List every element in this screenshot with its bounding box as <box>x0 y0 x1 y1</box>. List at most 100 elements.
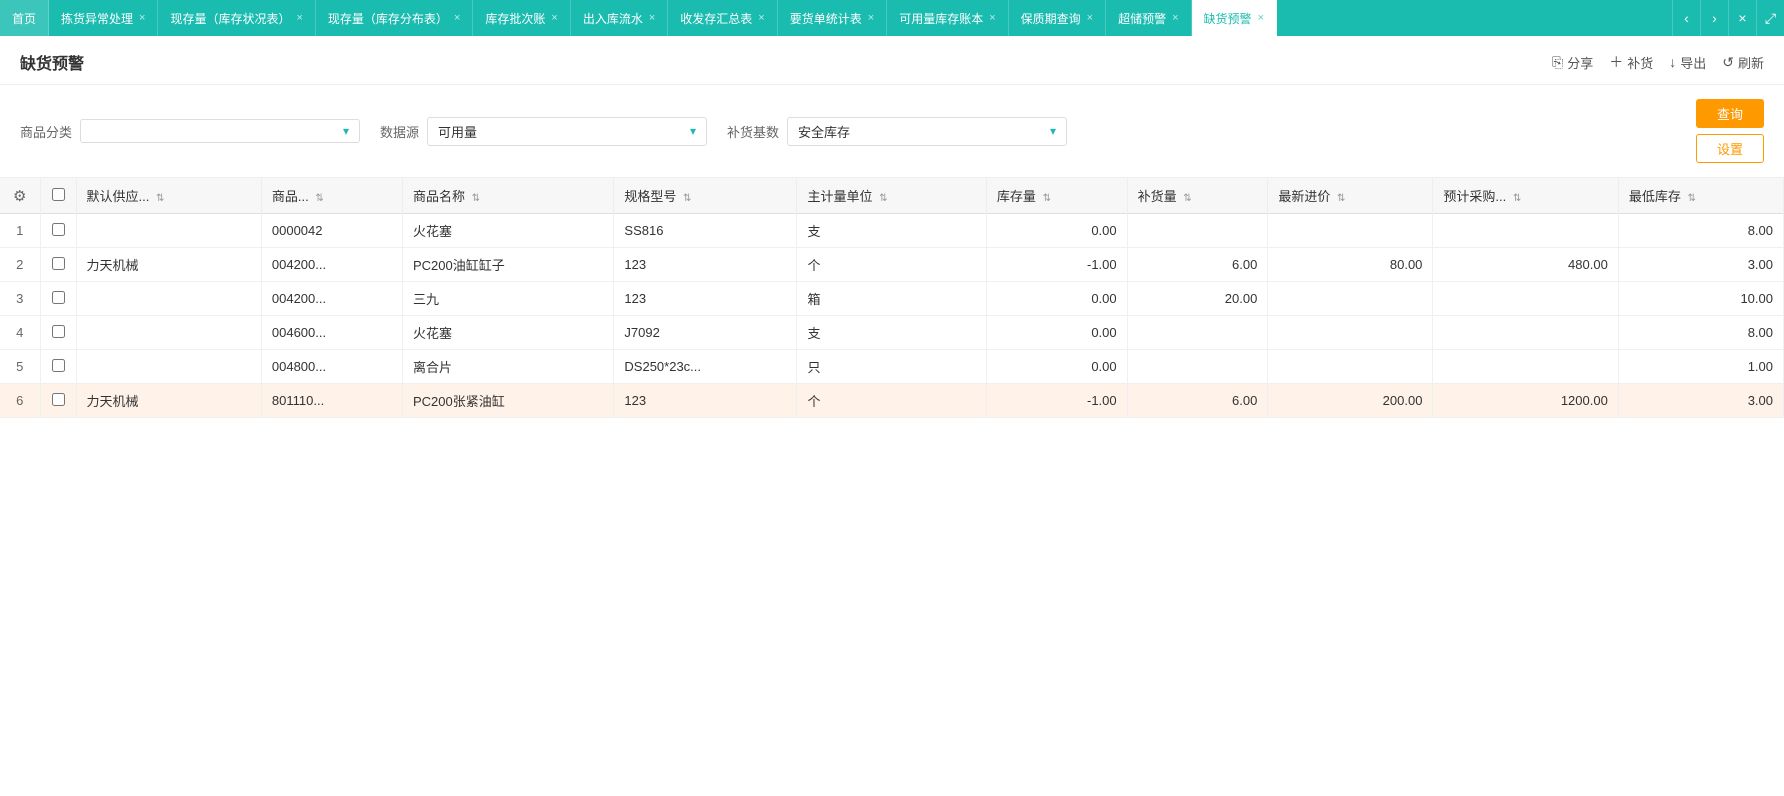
cell-est-purchase-2: 480.00 <box>1433 248 1618 282</box>
tab-collect-total[interactable]: 收发存汇总表× <box>668 0 777 36</box>
tab-overstock[interactable]: 超储预警× <box>1106 0 1191 36</box>
replenish-action[interactable]: ＋ 补货 <box>1609 52 1653 72</box>
cell-supplier-6: 力天机械 <box>76 384 261 418</box>
cell-product-code-3: 004200... <box>261 282 402 316</box>
unit-sort-icon[interactable]: ⇅ <box>879 193 887 204</box>
tab-close-inout-flow[interactable]: × <box>649 12 655 24</box>
supplier-sort-icon[interactable]: ⇅ <box>156 193 164 204</box>
cell-replenish-4 <box>1127 316 1268 350</box>
table-row: 6 力天机械 801110... PC200张紧油缸 123 个 -1.00 6… <box>0 384 1784 418</box>
row-checkbox-4[interactable] <box>52 325 65 338</box>
cell-product-name-2: PC200油缸缸子 <box>402 248 613 282</box>
table-container: ⚙ 默认供应... ⇅ 商品... ⇅ 商品名称 ⇅ <box>0 178 1784 418</box>
cell-latest-price-1 <box>1268 214 1433 248</box>
cell-spec-5: DS250*23c... <box>614 350 797 384</box>
datasource-dropdown-icon: ▾ <box>690 124 696 138</box>
row-num-2: 2 <box>0 248 40 282</box>
cell-unit-4: 支 <box>797 316 986 350</box>
select-all-checkbox[interactable] <box>52 188 65 201</box>
filter-bar: 商品分类 ▾ 数据源 可用量 ▾ 补货基数 安全库存 ▾ 查询 设置 <box>0 85 1784 178</box>
tab-close-all-button[interactable]: × <box>1728 0 1756 36</box>
tab-close-collect-total[interactable]: × <box>758 12 764 24</box>
tab-inout-flow[interactable]: 出入库流水× <box>571 0 668 36</box>
share-action[interactable]: ⎘ 分享 <box>1552 53 1593 72</box>
tab-shortage[interactable]: 缺货预警× <box>1192 0 1277 36</box>
query-button[interactable]: 查询 <box>1696 99 1764 128</box>
cell-supplier-4 <box>76 316 261 350</box>
th-replenish-label: 补货量 <box>1138 189 1177 204</box>
min-stock-sort-icon[interactable]: ⇅ <box>1687 193 1695 204</box>
replenish-base-value: 安全库存 <box>798 122 850 141</box>
product-name-sort-icon[interactable]: ⇅ <box>472 193 480 204</box>
est-purchase-sort-icon[interactable]: ⇅ <box>1513 193 1521 204</box>
row-num-6: 6 <box>0 384 40 418</box>
row-checkbox-2[interactable] <box>52 257 65 270</box>
header-actions: ⎘ 分享 ＋ 补货 ↓ 导出 ↺ 刷新 <box>1552 52 1764 72</box>
th-supplier: 默认供应... ⇅ <box>76 178 261 214</box>
tab-available-ledger[interactable]: 可用量库存账本× <box>887 0 1008 36</box>
tab-home[interactable]: 首页 <box>0 0 49 36</box>
refresh-action[interactable]: ↺ 刷新 <box>1722 53 1764 72</box>
settings-button[interactable]: 设置 <box>1696 134 1764 163</box>
product-code-sort-icon[interactable]: ⇅ <box>315 193 323 204</box>
tab-next-button[interactable]: › <box>1700 0 1728 36</box>
row-checkbox-5[interactable] <box>52 359 65 372</box>
tab-inventory-dist[interactable]: 现存量（库存分布表） × <box>316 0 473 36</box>
cell-spec-4: J7092 <box>614 316 797 350</box>
latest-price-sort-icon[interactable]: ⇅ <box>1337 193 1345 204</box>
tab-close-batch-account[interactable]: × <box>551 12 557 24</box>
th-min-stock-label: 最低库存 <box>1629 189 1681 204</box>
cell-replenish-3: 20.00 <box>1127 282 1268 316</box>
cell-min-stock-3: 10.00 <box>1618 282 1783 316</box>
page-content: 缺货预警 ⎘ 分享 ＋ 补货 ↓ 导出 ↺ 刷新 商品分类 <box>0 36 1784 796</box>
row-checkbox-1[interactable] <box>52 223 65 236</box>
category-select[interactable]: ▾ <box>80 119 360 143</box>
cell-replenish-1 <box>1127 214 1268 248</box>
cell-unit-5: 只 <box>797 350 986 384</box>
row-checkbox-6[interactable] <box>52 393 65 406</box>
replenish-sort-icon[interactable]: ⇅ <box>1183 193 1191 204</box>
tab-fullscreen-button[interactable]: ⤢ <box>1756 0 1784 36</box>
tab-close-exception[interactable]: × <box>139 12 145 24</box>
cell-latest-price-5 <box>1268 350 1433 384</box>
tab-label-exception: 拣货异常处理 <box>61 10 133 27</box>
row-num-1: 1 <box>0 214 40 248</box>
replenish-base-label: 补货基数 <box>727 122 779 141</box>
datasource-select[interactable]: 可用量 ▾ <box>427 117 707 146</box>
th-est-purchase-label: 预计采购... <box>1443 189 1506 204</box>
tab-prev-button[interactable]: ‹ <box>1672 0 1700 36</box>
cell-min-stock-1: 8.00 <box>1618 214 1783 248</box>
replenish-base-select[interactable]: 安全库存 ▾ <box>787 117 1067 146</box>
tab-exception[interactable]: 拣货异常处理 × <box>49 0 158 36</box>
tab-close-shortage[interactable]: × <box>1258 12 1264 24</box>
tab-close-requisition-stat[interactable]: × <box>868 12 874 24</box>
gear-settings-icon[interactable]: ⚙ <box>13 188 26 205</box>
row-checkbox-cell-3 <box>40 282 76 316</box>
th-unit: 主计量单位 ⇅ <box>797 178 986 214</box>
tab-inventory-status[interactable]: 现存量（库存状况表）× <box>158 0 315 36</box>
export-action[interactable]: ↓ 导出 <box>1669 53 1706 72</box>
tab-close-expiry-query[interactable]: × <box>1087 12 1093 24</box>
data-table: ⚙ 默认供应... ⇅ 商品... ⇅ 商品名称 ⇅ <box>0 178 1784 418</box>
spec-sort-icon[interactable]: ⇅ <box>683 193 691 204</box>
tab-expiry-query[interactable]: 保质期查询× <box>1009 0 1106 36</box>
tab-close-available-ledger[interactable]: × <box>989 12 995 24</box>
tab-batch-account[interactable]: 库存批次账 × <box>473 0 570 36</box>
cell-product-name-1: 火花塞 <box>402 214 613 248</box>
cell-product-name-3: 三九 <box>402 282 613 316</box>
th-replenish: 补货量 ⇅ <box>1127 178 1268 214</box>
row-checkbox-3[interactable] <box>52 291 65 304</box>
table-row: 1 0000042 火花塞 SS816 支 0.00 8.00 <box>0 214 1784 248</box>
tab-label-batch-account: 库存批次账 <box>485 10 545 27</box>
tab-close-inventory-dist[interactable]: × <box>454 12 460 24</box>
cell-est-purchase-1 <box>1433 214 1618 248</box>
table-header-row: ⚙ 默认供应... ⇅ 商品... ⇅ 商品名称 ⇅ <box>0 178 1784 214</box>
refresh-label: 刷新 <box>1738 53 1764 72</box>
tab-requisition-stat[interactable]: 要货单统计表× <box>778 0 887 36</box>
tab-label-inventory-dist: 现存量（库存分布表） <box>328 10 448 27</box>
tab-close-overstock[interactable]: × <box>1172 12 1178 24</box>
stock-sort-icon[interactable]: ⇅ <box>1043 193 1051 204</box>
tab-close-inventory-status[interactable]: × <box>296 12 302 24</box>
th-est-purchase: 预计采购... ⇅ <box>1433 178 1618 214</box>
th-gear: ⚙ <box>0 178 40 214</box>
